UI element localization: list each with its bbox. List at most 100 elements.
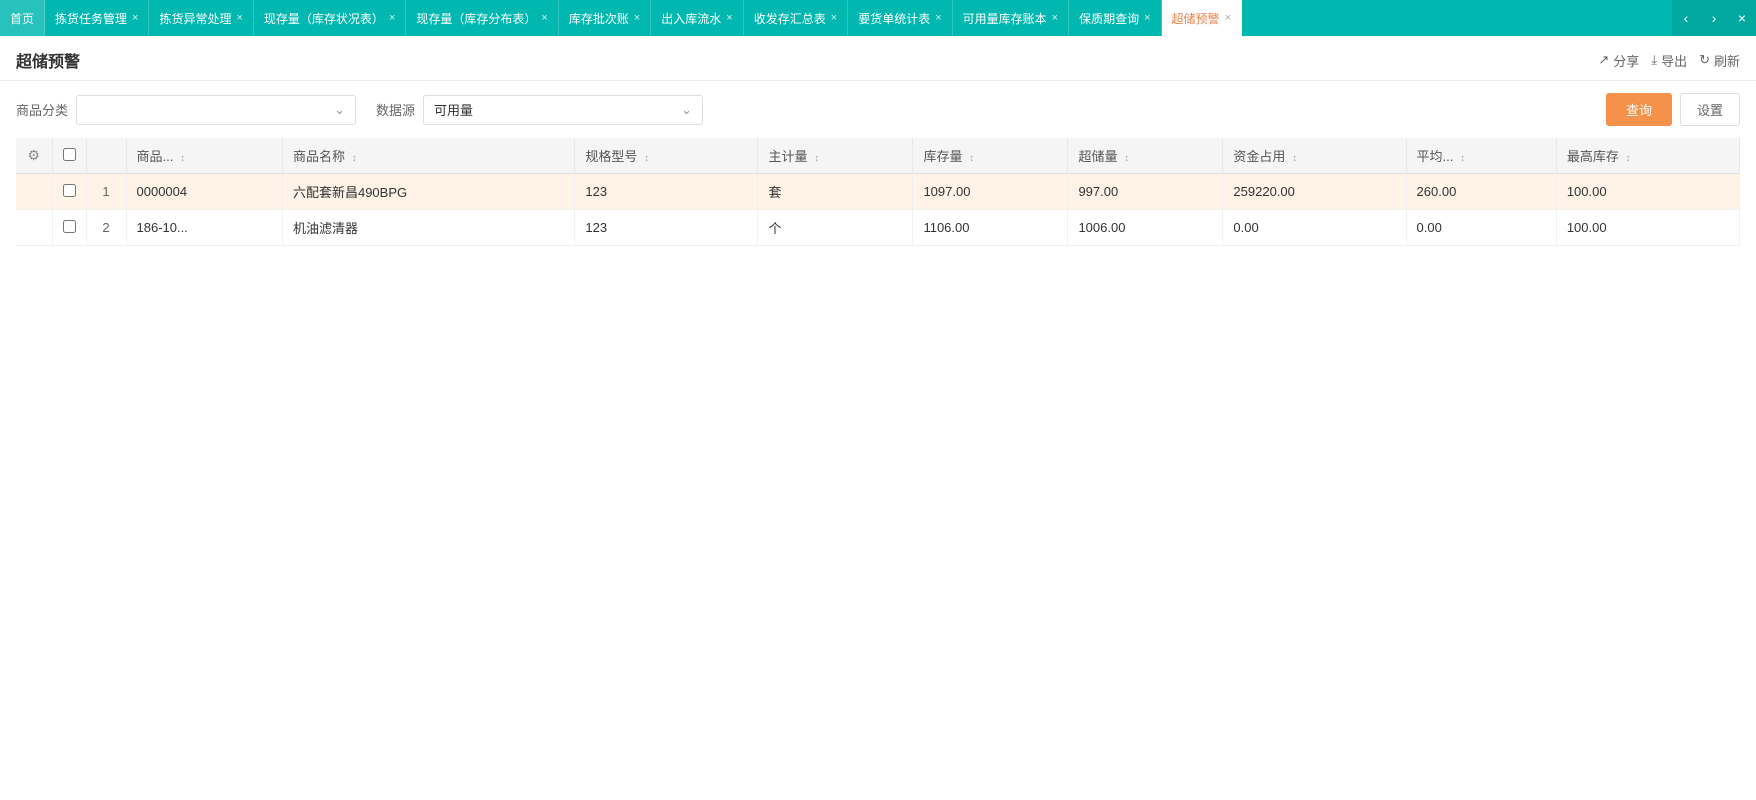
th-avg[interactable]: 平均... ↕ bbox=[1406, 138, 1556, 174]
th-product-code[interactable]: 商品... ↕ bbox=[126, 138, 282, 174]
nav-item-7[interactable]: 收发存汇总表 × bbox=[744, 0, 848, 36]
th-gear[interactable]: ⚙ bbox=[16, 138, 52, 174]
row-unit: 套 bbox=[758, 174, 913, 210]
th-capital[interactable]: 资金占用 ↕ bbox=[1223, 138, 1406, 174]
nav-item-0[interactable]: 首页 bbox=[0, 0, 45, 36]
chevron-down-icon: ⌄ bbox=[334, 102, 345, 118]
sort-icon: ↕ bbox=[1625, 153, 1630, 164]
data-table: ⚙ 商品... ↕ 商品名称 ↕ 规格型号 bbox=[16, 138, 1740, 246]
nav-close-icon[interactable]: × bbox=[831, 12, 837, 24]
row-number: 2 bbox=[86, 210, 126, 246]
export-icon: ⤓ bbox=[1651, 52, 1657, 68]
table-container: ⚙ 商品... ↕ 商品名称 ↕ 规格型号 bbox=[0, 138, 1756, 246]
refresh-button[interactable]: ↻ 刷新 bbox=[1699, 51, 1740, 70]
nav-item-9[interactable]: 可用量库存账本 × bbox=[953, 0, 1069, 36]
nav-item-5[interactable]: 库存批次账 × bbox=[559, 0, 651, 36]
nav-close-icon[interactable]: × bbox=[1052, 12, 1058, 24]
th-checkbox[interactable] bbox=[52, 138, 86, 174]
page-header: 超储预警 ↗ 分享 ⤓ 导出 ↻ 刷新 bbox=[0, 36, 1756, 81]
settings-button[interactable]: 设置 bbox=[1680, 93, 1740, 126]
nav-close-button[interactable]: × bbox=[1728, 0, 1756, 36]
nav-close-icon[interactable]: × bbox=[1225, 12, 1231, 24]
data-source-select[interactable]: 可用量 ⌄ bbox=[423, 95, 703, 125]
th-spec[interactable]: 规格型号 ↕ bbox=[575, 138, 758, 174]
nav-prev-button[interactable]: ‹ bbox=[1672, 0, 1700, 36]
chevron-down-icon: ⌄ bbox=[681, 102, 692, 118]
nav-arrows: ‹ › × bbox=[1672, 0, 1756, 36]
select-all-checkbox[interactable] bbox=[63, 148, 76, 161]
row-capital: 259220.00 bbox=[1223, 174, 1406, 210]
export-button[interactable]: ⤓ 导出 bbox=[1651, 51, 1687, 70]
nav-item-4[interactable]: 现存量（库存分布表） × bbox=[406, 0, 558, 36]
nav-close-icon[interactable]: × bbox=[935, 12, 941, 24]
th-unit[interactable]: 主计量 ↕ bbox=[758, 138, 913, 174]
nav-close-icon[interactable]: × bbox=[236, 12, 242, 24]
th-stock[interactable]: 库存量 ↕ bbox=[913, 138, 1068, 174]
th-max-stock[interactable]: 最高库存 ↕ bbox=[1556, 138, 1739, 174]
nav-item-label: 要货单统计表 bbox=[858, 10, 930, 27]
row-stock: 1106.00 bbox=[913, 210, 1068, 246]
row-checkbox-cell bbox=[52, 210, 86, 246]
filter-actions: 查询 设置 bbox=[1606, 93, 1740, 126]
sort-icon: ↕ bbox=[1292, 153, 1297, 164]
nav-item-3[interactable]: 现存量（库存状况表） × bbox=[254, 0, 406, 36]
row-max-stock: 100.00 bbox=[1556, 210, 1739, 246]
th-overflow[interactable]: 超储量 ↕ bbox=[1068, 138, 1223, 174]
sort-icon: ↕ bbox=[352, 153, 357, 164]
product-category-select[interactable]: ⌄ bbox=[76, 95, 356, 125]
sort-icon: ↕ bbox=[180, 153, 185, 164]
nav-close-icon[interactable]: × bbox=[726, 12, 732, 24]
row-checkbox-cell bbox=[52, 174, 86, 210]
nav-close-icon[interactable]: × bbox=[1144, 12, 1150, 24]
product-category-label: 商品分类 bbox=[16, 100, 68, 119]
row-product-name: 机油滤清器 bbox=[282, 210, 574, 246]
row-avg: 0.00 bbox=[1406, 210, 1556, 246]
row-checkbox[interactable] bbox=[63, 184, 76, 197]
row-stock: 1097.00 bbox=[913, 174, 1068, 210]
row-gear bbox=[16, 174, 52, 210]
nav-item-11[interactable]: 超储预警 × bbox=[1162, 0, 1242, 36]
nav-item-label: 拣货任务管理 bbox=[55, 10, 127, 27]
nav-item-1[interactable]: 拣货任务管理 × bbox=[45, 0, 149, 36]
row-product-code: 0000004 bbox=[126, 174, 282, 210]
gear-icon[interactable]: ⚙ bbox=[27, 147, 40, 163]
nav-item-label: 现存量（库存状况表） bbox=[264, 10, 384, 27]
row-spec: 123 bbox=[575, 174, 758, 210]
table-row: 2186-10...机油滤清器123个1106.001006.000.000.0… bbox=[16, 210, 1740, 246]
filter-area: 商品分类 ⌄ 数据源 可用量 ⌄ 查询 设置 bbox=[0, 81, 1756, 138]
share-button[interactable]: ↗ 分享 bbox=[1598, 51, 1639, 70]
th-product-name[interactable]: 商品名称 ↕ bbox=[282, 138, 574, 174]
data-source-value: 可用量 bbox=[434, 100, 473, 119]
data-source-label: 数据源 bbox=[376, 100, 415, 119]
row-overflow: 1006.00 bbox=[1068, 210, 1223, 246]
nav-item-label: 拣货异常处理 bbox=[159, 10, 231, 27]
query-button[interactable]: 查询 bbox=[1606, 93, 1672, 126]
row-gear bbox=[16, 210, 52, 246]
nav-close-icon[interactable]: × bbox=[132, 12, 138, 24]
sort-icon: ↕ bbox=[644, 153, 649, 164]
nav-item-8[interactable]: 要货单统计表 × bbox=[848, 0, 952, 36]
nav-item-10[interactable]: 保质期查询 × bbox=[1069, 0, 1161, 36]
nav-next-button[interactable]: › bbox=[1700, 0, 1728, 36]
share-icon: ↗ bbox=[1598, 52, 1609, 68]
header-actions: ↗ 分享 ⤓ 导出 ↻ 刷新 bbox=[1598, 51, 1740, 70]
nav-item-label: 现存量（库存分布表） bbox=[416, 10, 536, 27]
top-navigation: 首页拣货任务管理 ×拣货异常处理 ×现存量（库存状况表） ×现存量（库存分布表）… bbox=[0, 0, 1756, 36]
nav-close-icon[interactable]: × bbox=[634, 12, 640, 24]
nav-close-icon[interactable]: × bbox=[541, 12, 547, 24]
refresh-icon: ↻ bbox=[1699, 52, 1710, 68]
row-spec: 123 bbox=[575, 210, 758, 246]
nav-item-label: 库存批次账 bbox=[569, 10, 629, 27]
page-content: 超储预警 ↗ 分享 ⤓ 导出 ↻ 刷新 商品分类 ⌄ 数据源 bbox=[0, 36, 1756, 800]
row-product-code: 186-10... bbox=[126, 210, 282, 246]
nav-item-2[interactable]: 拣货异常处理 × bbox=[149, 0, 253, 36]
nav-close-icon[interactable]: × bbox=[389, 12, 395, 24]
row-avg: 260.00 bbox=[1406, 174, 1556, 210]
nav-item-label: 收发存汇总表 bbox=[754, 10, 826, 27]
sort-icon: ↕ bbox=[814, 153, 819, 164]
nav-item-6[interactable]: 出入库流水 × bbox=[651, 0, 743, 36]
sort-icon: ↕ bbox=[969, 153, 974, 164]
nav-item-label: 保质期查询 bbox=[1079, 10, 1139, 27]
row-checkbox[interactable] bbox=[63, 220, 76, 233]
row-overflow: 997.00 bbox=[1068, 174, 1223, 210]
